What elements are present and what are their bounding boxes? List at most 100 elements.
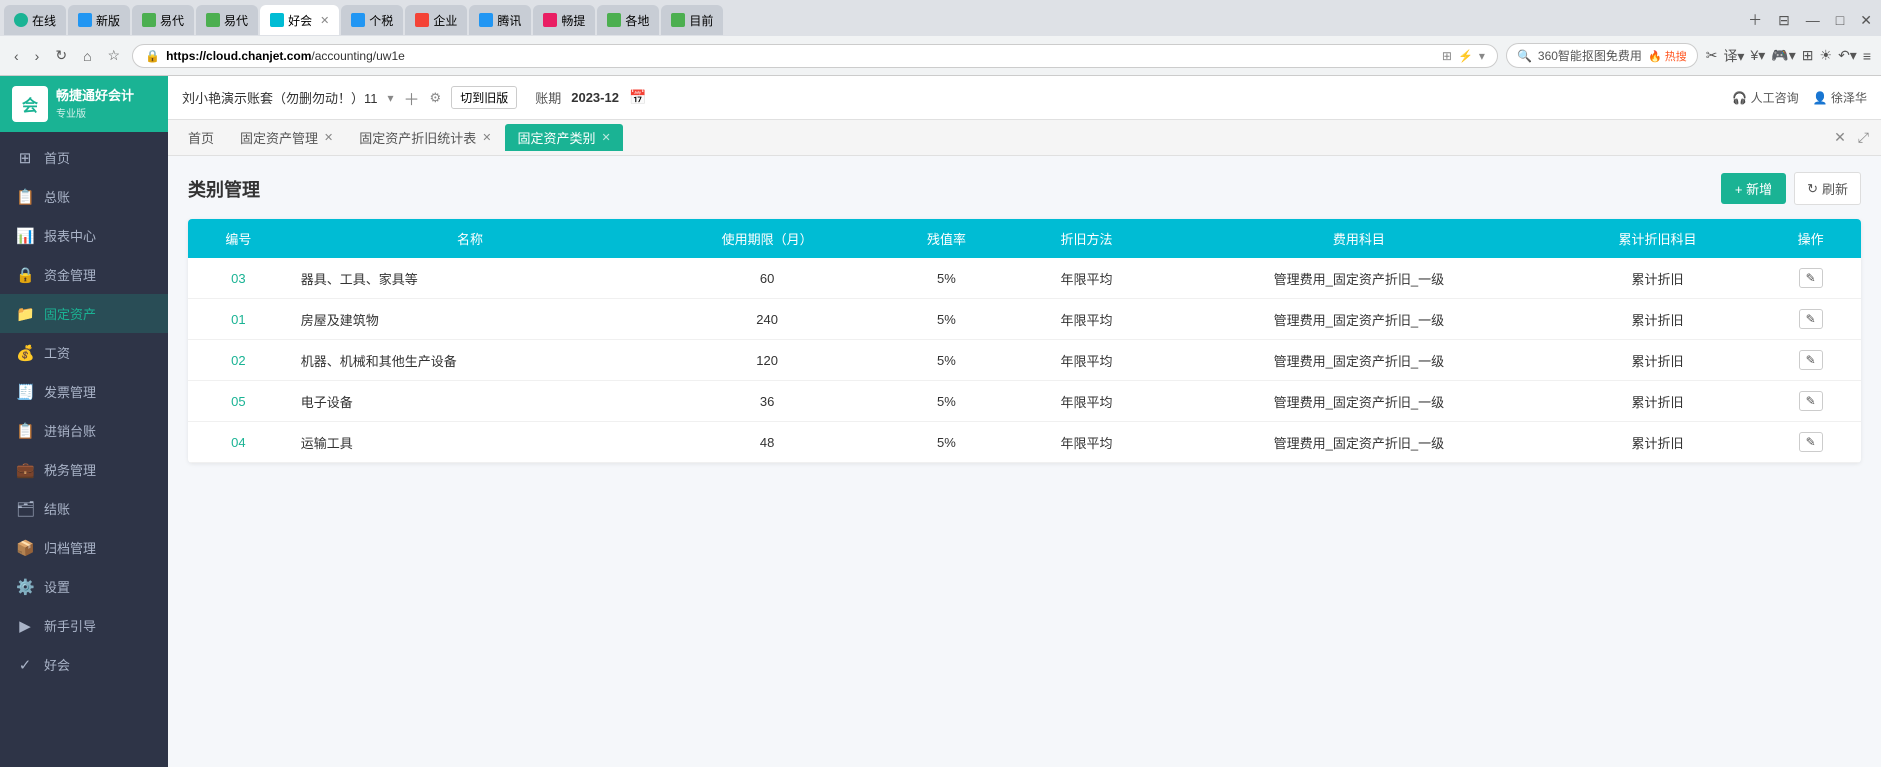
minimize-button[interactable]: — xyxy=(1801,10,1825,30)
haohui-icon: ✓ xyxy=(16,656,34,674)
add-account-button[interactable]: ＋ xyxy=(404,86,420,110)
cell-name-0: 器具、工具、家具等 xyxy=(289,258,652,299)
add-button[interactable]: + 新增 xyxy=(1721,173,1786,204)
browser-tab-changti[interactable]: 畅提 xyxy=(533,5,595,35)
new-tab-button[interactable]: ＋ xyxy=(1743,8,1767,32)
browser-tab-geshui[interactable]: 个税 xyxy=(341,5,403,35)
grid-icon[interactable]: ⊞ xyxy=(1802,47,1814,64)
search-box[interactable]: 🔍 360智能抠图免费用 🔥 热搜 xyxy=(1506,43,1698,68)
tab-label: 易代 xyxy=(224,12,248,29)
sidebar-item-settings[interactable]: ⚙️ 设置 xyxy=(0,567,168,606)
content-close-button[interactable]: ✕ xyxy=(1830,127,1850,148)
browser-tab-haohui[interactable]: 好会 ✕ xyxy=(260,5,339,35)
undo-icon[interactable]: ↶▾ xyxy=(1838,47,1857,64)
edit-button-3[interactable]: ✎ xyxy=(1799,391,1823,411)
breadcrumb-tab-depreciation-table[interactable]: 固定资产折旧统计表 ✕ xyxy=(347,124,503,151)
scissors-icon[interactable]: ✂ xyxy=(1706,47,1718,64)
url-dropdown-icon[interactable]: ▾ xyxy=(1479,49,1485,63)
tab-close-icon[interactable]: ✕ xyxy=(320,14,329,27)
tab-label: 新版 xyxy=(96,12,120,29)
breadcrumb-tab-fixed-assets-mgmt-label: 固定资产管理 xyxy=(240,128,318,147)
close-window-button[interactable]: ✕ xyxy=(1855,10,1877,31)
browser-tab-zaixin[interactable]: 在线 xyxy=(4,5,66,35)
sidebar-nav: ⊞ 首页 📋 总账 📊 报表中心 🔒 资金管理 📁 固定资产 💰 工资 xyxy=(0,132,168,767)
switch-version-button[interactable]: 切到旧版 xyxy=(451,86,517,109)
game-icon[interactable]: 🎮▾ xyxy=(1771,47,1795,64)
back-button[interactable]: ‹ xyxy=(10,46,23,66)
browser-tab-yidai1[interactable]: 易代 xyxy=(132,5,194,35)
breadcrumb-tab-category[interactable]: 固定资产类别 ✕ xyxy=(505,124,622,151)
edit-button-0[interactable]: ✎ xyxy=(1799,268,1823,288)
refresh-button[interactable]: ↻ 刷新 xyxy=(1794,172,1861,205)
archive-icon: 📦 xyxy=(16,539,34,557)
sidebar-item-ledger[interactable]: 📋 总账 xyxy=(0,177,168,216)
tab-close-fixed-assets-mgmt[interactable]: ✕ xyxy=(324,131,333,144)
browser-tab-tengxun[interactable]: 腾讯 xyxy=(469,5,531,35)
user-dropdown-icon[interactable]: ▾ xyxy=(388,91,394,105)
sun-icon[interactable]: ☀ xyxy=(1820,47,1833,64)
home-button[interactable]: ⌂ xyxy=(79,46,95,66)
sidebar-item-tutorial[interactable]: ▶ 新手引导 xyxy=(0,606,168,645)
browser-tab-yidai2[interactable]: 易代 xyxy=(196,5,258,35)
content-expand-button[interactable]: ⤢ xyxy=(1854,127,1873,148)
breadcrumb-tab-fixed-assets-mgmt[interactable]: 固定资产管理 ✕ xyxy=(228,124,345,151)
edit-button-2[interactable]: ✎ xyxy=(1799,350,1823,370)
sidebar-item-payroll[interactable]: 💰 工资 xyxy=(0,333,168,372)
maximize-button[interactable]: □ xyxy=(1831,10,1849,30)
settings-gear-icon[interactable]: ⚙ xyxy=(430,90,442,106)
browser-tab-qiye[interactable]: 企业 xyxy=(405,5,467,35)
sidebar-item-invoice[interactable]: 🧾 发票管理 xyxy=(0,372,168,411)
browser-tab-muqian[interactable]: 目前 xyxy=(661,5,723,35)
tab-close-depreciation[interactable]: ✕ xyxy=(482,131,491,144)
browser-tab-xinban[interactable]: 新版 xyxy=(68,5,130,35)
forward-button[interactable]: › xyxy=(31,46,44,66)
tab-list-button[interactable]: ⊟ xyxy=(1773,10,1795,31)
sidebar-item-home[interactable]: ⊞ 首页 xyxy=(0,138,168,177)
sidebar-item-sales[interactable]: 📋 进销台账 xyxy=(0,411,168,450)
lightning-icon[interactable]: ⚡ xyxy=(1458,49,1473,63)
sidebar-item-archive[interactable]: 📦 归档管理 xyxy=(0,528,168,567)
wallet-icon[interactable]: ¥▾ xyxy=(1750,47,1765,64)
col-header-action: 操作 xyxy=(1760,219,1861,258)
cell-method-2: 年限平均 xyxy=(1010,340,1163,381)
sidebar-item-tax[interactable]: 💼 税务管理 xyxy=(0,450,168,489)
site-settings-icon[interactable]: ⊞ xyxy=(1442,49,1452,63)
sidebar-item-funds[interactable]: 🔒 资金管理 xyxy=(0,255,168,294)
cell-action-1: ✎ xyxy=(1760,299,1861,340)
edit-button-1[interactable]: ✎ xyxy=(1799,309,1823,329)
tutorial-icon: ▶ xyxy=(16,617,34,635)
ledger-icon: 📋 xyxy=(16,188,34,206)
help-label[interactable]: 🎧 人工咨询 xyxy=(1732,89,1798,106)
refresh-label: 刷新 xyxy=(1822,179,1848,198)
reports-icon: 📊 xyxy=(16,227,34,245)
sidebar-item-fixed-assets[interactable]: 📁 固定资产 xyxy=(0,294,168,333)
tab-close-category[interactable]: ✕ xyxy=(602,131,611,144)
cell-period-2: 120 xyxy=(651,340,883,381)
breadcrumb-tab-home[interactable]: 首页 xyxy=(176,124,226,151)
sidebar-item-haohui[interactable]: ✓ 好会 xyxy=(0,645,168,684)
edit-button-4[interactable]: ✎ xyxy=(1799,432,1823,452)
cell-accumulated-4: 累计折旧 xyxy=(1555,422,1760,463)
logo-text: 畅捷通好会计 xyxy=(56,88,134,105)
url-box[interactable]: 🔒 https://cloud.chanjet.com/accounting/u… xyxy=(132,44,1498,68)
cell-expense-1: 管理费用_固定资产折旧_一级 xyxy=(1163,299,1555,340)
address-bar: ‹ › ↻ ⌂ ☆ 🔒 https://cloud.chanjet.com/ac… xyxy=(0,36,1881,76)
reload-button[interactable]: ↻ xyxy=(51,45,71,66)
calendar-icon[interactable]: 📅 xyxy=(629,89,646,106)
translate-icon[interactable]: 译▾ xyxy=(1723,46,1744,66)
sidebar-item-closing[interactable]: 🗂 结账 xyxy=(0,489,168,528)
menu-icon[interactable]: ≡ xyxy=(1863,48,1871,64)
col-header-name: 名称 xyxy=(289,219,652,258)
app-wrapper: 会 畅捷通好会计 专业版 ⊞ 首页 📋 总账 📊 报表中心 🔒 资金管理 xyxy=(0,76,1881,767)
sidebar-item-reports[interactable]: 📊 报表中心 xyxy=(0,216,168,255)
browser-tab-gedi[interactable]: 各地 xyxy=(597,5,659,35)
bookmark-button[interactable]: ☆ xyxy=(104,45,125,66)
user-avatar[interactable]: 👤 徐泽华 xyxy=(1813,89,1867,106)
breadcrumb-tab-home-label: 首页 xyxy=(188,128,214,147)
cell-action-4: ✎ xyxy=(1760,422,1861,463)
cell-code-4: 04 xyxy=(188,422,289,463)
payroll-icon: 💰 xyxy=(16,344,34,362)
logo-icon: 会 xyxy=(12,86,48,122)
cell-expense-4: 管理费用_固定资产折旧_一级 xyxy=(1163,422,1555,463)
page-content: 类别管理 + 新增 ↻ 刷新 编号 名称 使用期限（月） 残值率 xyxy=(168,156,1881,767)
